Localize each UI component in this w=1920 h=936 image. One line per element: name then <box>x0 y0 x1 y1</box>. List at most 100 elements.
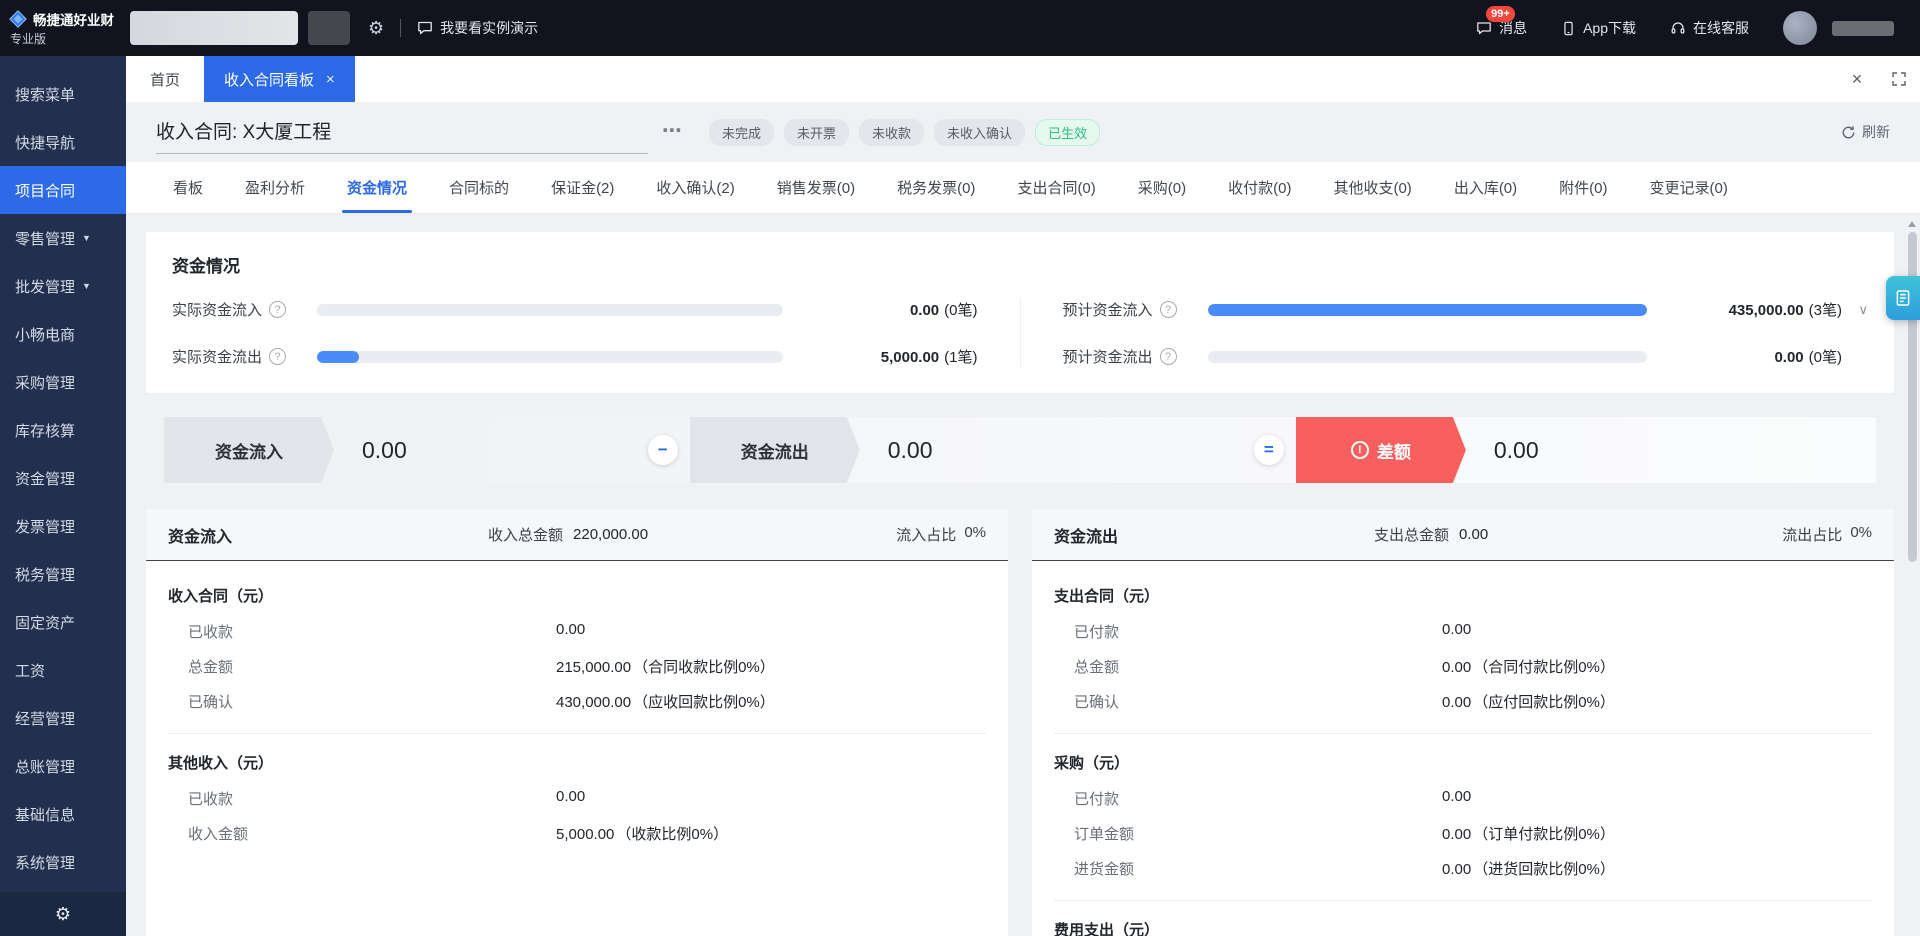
detail-row-value: 0.00 <box>1442 621 1872 642</box>
card-ratio-label: 流入占比 <box>896 527 957 544</box>
fund-metric-row: 实际资金流入 ? 0.00 (0笔) <box>172 299 978 320</box>
info-icon[interactable]: ? <box>1159 348 1177 365</box>
redacted-chip[interactable] <box>308 11 350 45</box>
close-tabs-icon[interactable]: × <box>1836 56 1878 102</box>
sidebar-item-project-contract[interactable]: 项目合同 <box>0 166 126 214</box>
sidebar-item-ecommerce[interactable]: 小畅电商 <box>0 310 126 358</box>
tab-close-icon[interactable]: × <box>326 72 335 87</box>
sidebar-item-basic-info[interactable]: 基础信息 <box>0 790 126 838</box>
sidebar: 搜索菜单 快捷导航 项目合同 零售管理 ▼ 批发管理 ▼ 小畅电商 采购管理 库存核… <box>0 56 126 936</box>
card-ratio: 流出占比 0% <box>1782 524 1872 545</box>
progress-track <box>1207 350 1647 363</box>
detail-row-amount: 0.00 <box>1442 788 1472 805</box>
tab-purchase[interactable]: 采购(0) <box>1117 162 1207 213</box>
feedback-widget[interactable] <box>1886 276 1920 320</box>
tab-contract-subject[interactable]: 合同标的 <box>428 162 530 213</box>
sidebar-item-system[interactable]: 系统管理 <box>0 838 126 886</box>
sidebar-item-wholesale[interactable]: 批发管理 ▼ <box>0 262 126 310</box>
sidebar-item-inventory[interactable]: 库存核算 <box>0 406 126 454</box>
info-icon[interactable]: ? <box>269 348 287 365</box>
sidebar-item-general-ledger[interactable]: 总账管理 <box>0 742 126 790</box>
detail-row-note: （合同收款比例0%） <box>633 659 775 676</box>
fund-metric-label-text: 实际资金流出 <box>172 349 263 366</box>
detail-row: 总金额 215,000.00 （合同收款比例0%） <box>168 649 986 684</box>
sidebar-item-quick-nav[interactable]: 快捷导航 <box>0 118 126 166</box>
tab-income-contract-dashboard[interactable]: 收入合同看板 × <box>204 56 355 102</box>
tab-home[interactable]: 首页 <box>126 56 204 102</box>
tab-revenue-confirmation[interactable]: 收入确认(2) <box>635 162 755 213</box>
tab-expense-contract[interactable]: 支出合同(0) <box>996 162 1116 213</box>
fund-metric-label: 实际资金流入 ? <box>172 299 317 320</box>
contract-header: 收入合同: X大厦工程 ⋯ 未完成 未开票 未收款 未收入确认 已生效 刷新 <box>126 102 1920 162</box>
tab-change-records[interactable]: 变更记录(0) <box>1629 162 1749 213</box>
tab-kanban[interactable]: 看板 <box>152 162 224 213</box>
demo-link[interactable]: 我要看实例演示 <box>417 18 538 38</box>
tab-other-income-expense[interactable]: 其他收支(0) <box>1312 162 1432 213</box>
app-download-button[interactable]: App下载 <box>1561 18 1636 38</box>
messages-button[interactable]: 99+ 消息 <box>1476 6 1527 38</box>
detail-row: 已确认 0.00 （应付回款比例0%） <box>1054 684 1872 719</box>
tab-stock-in-out[interactable]: 出入库(0) <box>1433 162 1538 213</box>
fund-metric-row: 预计资金流入 ? 435,000.00 (3笔) ∨ <box>1063 299 1868 320</box>
detail-row: 已付款 0.00 <box>1054 781 1872 816</box>
sidebar-item-label: 快捷导航 <box>15 134 76 152</box>
sidebar-item-retail[interactable]: 零售管理 ▼ <box>0 214 126 262</box>
group-title: 费用支出（元） <box>1054 922 1160 936</box>
messages-badge: 99+ <box>1486 6 1515 22</box>
info-icon[interactable]: ? <box>269 301 287 318</box>
sidebar-item-label: 工资 <box>15 662 46 680</box>
fund-metric-amount: 435,000.00 <box>1728 302 1804 319</box>
tab-profit-analysis[interactable]: 盈利分析 <box>224 162 326 213</box>
fullscreen-icon[interactable] <box>1878 56 1920 102</box>
card-ratio-value: 0% <box>1850 524 1872 541</box>
scrollbar-up-arrow[interactable] <box>1908 221 1916 227</box>
detail-row-amount: 0.00 <box>1442 861 1472 878</box>
equals-icon: = <box>1253 435 1284 465</box>
sidebar-item-payroll[interactable]: 工资 <box>0 646 126 694</box>
sidebar-item-search-menu[interactable]: 搜索菜单 <box>0 70 126 118</box>
sidebar-item-purchase[interactable]: 采购管理 <box>0 358 126 406</box>
more-options-icon[interactable]: ⋯ <box>662 118 683 147</box>
detail-cards: 资金流入 收入总金额 220,000.00 流入占比 0% 收入合同（元） 已收… <box>146 509 1894 936</box>
group-title: 采购（元） <box>1054 755 1130 772</box>
sidebar-item-invoice[interactable]: 发票管理 <box>0 502 126 550</box>
detail-row-label: 已确认 <box>188 694 234 711</box>
settings-gear-icon[interactable]: ⚙ <box>368 18 384 39</box>
sidebar-item-funds[interactable]: 资金管理 <box>0 454 126 502</box>
info-icon[interactable]: ? <box>1159 301 1177 318</box>
card-ratio-value: 0% <box>964 524 986 541</box>
detail-row-label: 已确认 <box>1074 694 1120 711</box>
detail-row: 已收款 0.00 <box>168 614 986 649</box>
fund-metric-count: (1笔) <box>944 349 978 366</box>
redacted-company-selector[interactable] <box>130 11 298 45</box>
tab-attachments[interactable]: 附件(0) <box>1538 162 1628 213</box>
scrollbar-track[interactable] <box>1906 216 1918 934</box>
fund-metric-value: 435,000.00 (3笔) <box>1647 299 1842 320</box>
status-badge: 未完成 <box>709 118 775 146</box>
sidebar-settings-button[interactable]: ⚙ <box>0 892 126 936</box>
detail-tabs: 看板 盈利分析 资金情况 合同标的 保证金(2) 收入确认(2) 销售发票(0)… <box>126 162 1920 214</box>
online-service-button[interactable]: 在线客服 <box>1670 18 1749 38</box>
card-title: 资金流入 <box>168 528 233 546</box>
card-body: 收入合同（元） 已收款 0.00 总金额 215,000.00 （合同收款比例0%… <box>146 561 1008 875</box>
expand-chevron-icon[interactable]: ∨ <box>1858 302 1868 318</box>
detail-row-label: 已收款 <box>188 791 234 808</box>
sidebar-item-fixed-assets[interactable]: 固定资产 <box>0 598 126 646</box>
detail-row-value: 215,000.00 （合同收款比例0%） <box>556 656 986 677</box>
funds-summary-bar: 资金流入 0.00 − 资金流出 0.00 = ! 差额 0.00 <box>164 417 1876 483</box>
tab-tax-invoice[interactable]: 税务发票(0) <box>876 162 996 213</box>
tab-label: 收入合同看板 <box>224 71 315 89</box>
sidebar-item-tax[interactable]: 税务管理 <box>0 550 126 598</box>
tab-margin-deposit[interactable]: 保证金(2) <box>530 162 635 213</box>
refresh-button[interactable]: 刷新 <box>1841 122 1890 142</box>
tab-funds-status[interactable]: 资金情况 <box>326 162 428 213</box>
funds-forecast-column: 预计资金流入 ? 435,000.00 (3笔) ∨ 预计资金流出 ? 0.00… <box>1021 299 1868 367</box>
card-ratio: 流入占比 0% <box>896 524 986 545</box>
sidebar-item-operations[interactable]: 经营管理 <box>0 694 126 742</box>
detail-row-value: 0.00 （应付回款比例0%） <box>1442 691 1872 712</box>
user-account[interactable] <box>1783 11 1894 45</box>
tab-sales-invoice[interactable]: 销售发票(0) <box>756 162 876 213</box>
tab-receipts-payments[interactable]: 收付款(0) <box>1207 162 1312 213</box>
user-avatar[interactable] <box>1783 11 1817 45</box>
minus-icon: − <box>647 435 678 465</box>
